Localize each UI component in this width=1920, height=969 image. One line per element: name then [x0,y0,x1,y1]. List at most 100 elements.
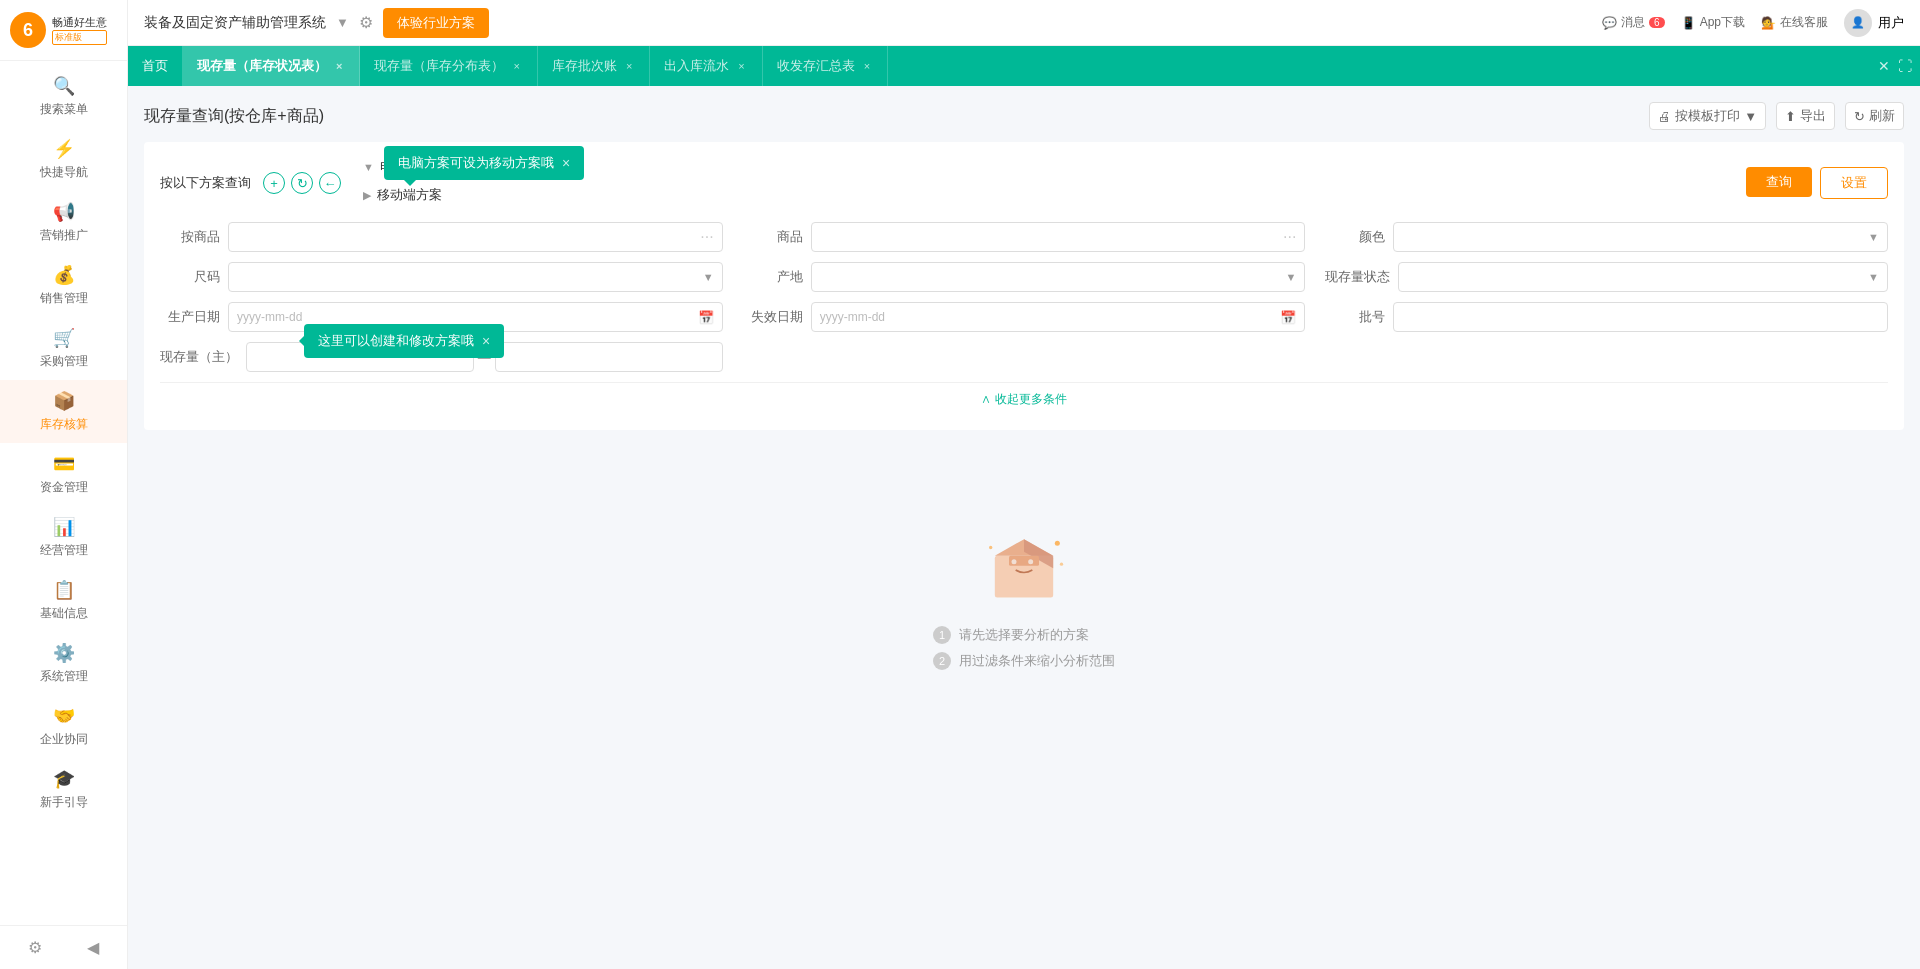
tab-home-label: 首页 [142,57,168,75]
expiry-date-input[interactable]: yyyy-mm-dd 📅 [811,302,1306,332]
tabbar: 首页 现存量（库存状况表） × 现存量（库存分布表） × 库存批次账 × 出入库… [128,46,1920,86]
tab-collect[interactable]: 收发存汇总表 × [763,46,888,86]
sales-icon: 💰 [53,264,75,286]
phone-icon: 📱 [1681,16,1696,30]
print-label: 按模板打印 [1675,107,1740,125]
tab-close-collect[interactable]: × [861,59,873,73]
warehouse-label: 按商品 [160,228,220,246]
stock-status-select-wrapper[interactable]: ▼ [1398,262,1888,292]
user-name: 用户 [1878,14,1904,32]
warehouse-dots[interactable]: ··· [700,228,713,246]
empty-tips: 1 请先选择要分析的方案 2 用过滤条件来缩小分析范围 [933,626,1115,670]
expiry-date-label: 失效日期 [743,308,803,326]
tab-close-batch[interactable]: × [623,59,635,73]
create-scheme-close[interactable]: × [482,333,490,349]
refresh-scheme-btn[interactable]: ↻ [291,172,313,194]
filter-panel: 按以下方案查询 + ↻ ← ▼ 电脑端方案 [144,142,1904,430]
sidebar-item-marketing[interactable]: 📢 营销推广 [0,191,127,254]
system-icon: ⚙️ [53,642,75,664]
refresh-button[interactable]: ↻ 刷新 [1845,102,1904,130]
color-select-wrapper[interactable]: ▼ [1393,222,1888,252]
expiry-date-calendar-icon[interactable]: 📅 [1280,310,1296,325]
app-download-btn[interactable]: 📱 App下载 [1681,14,1745,31]
filter-stock-status-row: 现存量状态 ▼ [1325,262,1888,292]
sidebar-item-system[interactable]: ⚙️ 系统管理 [0,632,127,695]
tip-text-1: 请先选择要分析的方案 [959,626,1089,644]
sidebar-label-basic: 基础信息 [40,605,88,622]
print-dropdown-icon: ▼ [1744,109,1757,124]
collapse-bar[interactable]: ∧ 收起更多条件 [160,382,1888,416]
tab-close-inventory-status[interactable]: × [333,59,345,73]
sidebar-item-operation[interactable]: 📊 经营管理 [0,506,127,569]
sidebar-item-guide[interactable]: 🎓 新手引导 [0,758,127,821]
add-scheme-btn[interactable]: + [263,172,285,194]
sidebar-item-finance[interactable]: 💳 资金管理 [0,443,127,506]
purchase-icon: 🛒 [53,327,75,349]
settings-icon[interactable]: ⚙ [359,13,373,32]
tab-inventory-status[interactable]: 现存量（库存状况表） × [183,46,360,86]
collapse-sidebar-btn[interactable]: ◀ [87,938,99,957]
sidebar-item-purchase[interactable]: 🛒 采购管理 [0,317,127,380]
tab-inventory-dist[interactable]: 现存量（库存分布表） × [360,46,537,86]
svg-point-7 [989,546,992,549]
system-name: 装备及固定资产辅助管理系统 [144,14,326,32]
tab-close-inventory-dist[interactable]: × [510,59,522,73]
product-dots[interactable]: ··· [1283,228,1296,246]
topbar-dropdown-icon[interactable]: ▼ [336,15,349,30]
setting-button[interactable]: 设置 [1820,167,1888,199]
sidebar-item-basic[interactable]: 📋 基础信息 [0,569,127,632]
sidebar-item-search[interactable]: 🔍 搜索菜单 [0,65,127,128]
filter-size-row: 尺码 ▼ [160,262,723,292]
color-label: 颜色 [1325,228,1385,246]
filter-label: 按以下方案查询 [160,174,251,192]
topbar-left: 装备及固定资产辅助管理系统 ▼ ⚙ 体验行业方案 [144,8,489,38]
tab-inventory-status-label: 现存量（库存状况表） [197,57,327,75]
size-select-wrapper[interactable]: ▼ [228,262,723,292]
header-actions: 🖨 按模板打印 ▼ ⬆ 导出 ↻ 刷新 [1649,102,1904,130]
print-button[interactable]: 🖨 按模板打印 ▼ [1649,102,1766,130]
stock-status-label: 现存量状态 [1325,268,1390,286]
stock-qty-label: 现存量（主） [160,348,238,366]
sidebar-item-sales[interactable]: 💰 销售管理 [0,254,127,317]
sidebar-item-enterprise[interactable]: 🤝 企业协同 [0,695,127,758]
tab-home[interactable]: 首页 [128,46,183,86]
filter-product-row: 商品 ··· [743,222,1306,252]
search-button[interactable]: 查询 [1746,167,1812,197]
close-all-icon[interactable]: ✕ [1878,58,1890,74]
origin-select-wrapper[interactable]: ▼ [811,262,1306,292]
size-dropdown-icon: ▼ [703,271,714,283]
collapse-label: 收起更多条件 [995,392,1067,406]
user-area[interactable]: 👤 用户 [1844,9,1904,37]
online-service-btn[interactable]: 💁 在线客服 [1761,14,1828,31]
tip-text-2: 用过滤条件来缩小分析范围 [959,652,1115,670]
logo-area: 6 畅通好生意 标准版 [0,0,127,61]
tab-batch[interactable]: 库存批次账 × [538,46,650,86]
settings-bottom-btn[interactable]: ⚙ [28,938,42,957]
export-button[interactable]: ⬆ 导出 [1776,102,1835,130]
product-input-wrapper[interactable]: ··· [811,222,1306,252]
mobile-group-header[interactable]: ▶ 移动端方案 [363,184,483,206]
message-label: 消息 [1621,14,1645,31]
fullscreen-icon[interactable]: ⛶ [1898,58,1912,74]
experience-button[interactable]: 体验行业方案 [383,8,489,38]
message-btn[interactable]: 💬 消息 6 [1602,14,1665,31]
sidebar-item-quick[interactable]: ⚡ 快捷导航 [0,128,127,191]
tab-batch-label: 库存批次账 [552,57,617,75]
prod-date-calendar-icon[interactable]: 📅 [698,310,714,325]
finance-icon: 💳 [53,453,75,475]
stock-qty-max[interactable] [495,342,723,372]
filter-actions: + ↻ ← [263,172,341,194]
batch-input[interactable] [1393,302,1888,332]
tab-inout[interactable]: 出入库流水 × [650,46,762,86]
empty-state: 1 请先选择要分析的方案 2 用过滤条件来缩小分析范围 [144,430,1904,750]
tab-collect-label: 收发存汇总表 [777,57,855,75]
batch-label: 批号 [1325,308,1385,326]
filter-top-row: 按以下方案查询 + ↻ ← ▼ 电脑端方案 [160,156,1888,210]
back-btn[interactable]: ← [319,172,341,194]
operation-icon: 📊 [53,516,75,538]
svg-point-5 [1028,559,1033,564]
sidebar-item-inventory[interactable]: 📦 库存核算 [0,380,127,443]
guide-icon: 🎓 [53,768,75,790]
tab-close-inout[interactable]: × [735,59,747,73]
scheme-popover-close[interactable]: × [562,155,570,171]
